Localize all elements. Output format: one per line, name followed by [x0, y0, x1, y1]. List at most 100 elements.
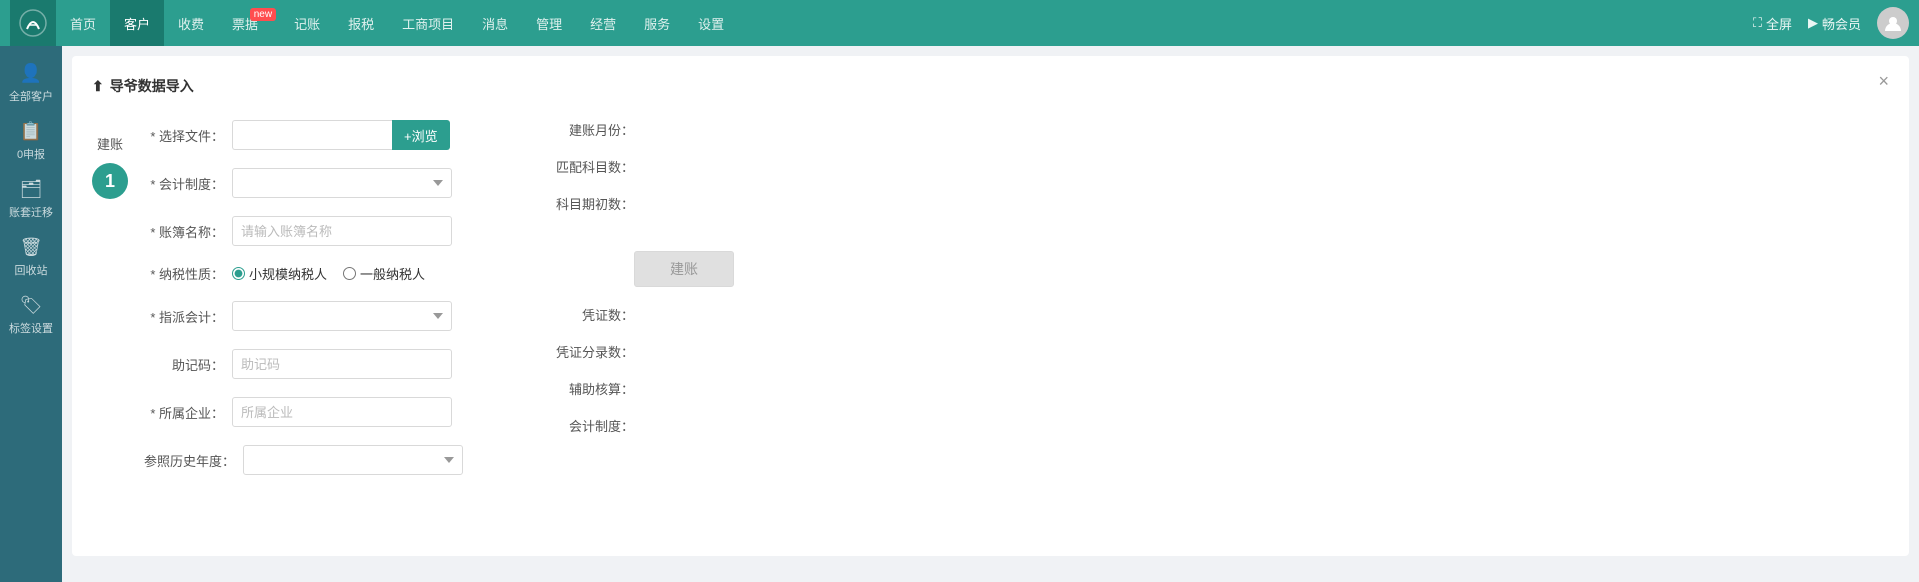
- info-grid: 建账月份： 匹配科目数： 科目期初数：: [544, 120, 844, 435]
- radio-general[interactable]: 一般纳税人: [343, 264, 425, 283]
- file-label: * 选择文件：: [144, 126, 224, 145]
- assist-code-label: 助记码：: [144, 355, 224, 374]
- sidebar-item-all-customers[interactable]: 👤 全部客户: [0, 54, 62, 112]
- sidebar-item-migration[interactable]: 🗂 账套迁移: [0, 170, 62, 228]
- sidebar-label-tag-settings: 标签设置: [9, 320, 53, 336]
- sidebar-item-trash[interactable]: 🗑 回收站: [0, 228, 62, 286]
- page-card: ⬆ 导爷数据导入 × 建账 1 * 选择文件：: [72, 56, 1909, 556]
- all-customers-icon: 👤: [20, 63, 42, 84]
- fullscreen-label: 全屏: [1766, 14, 1792, 33]
- form-section-left: 建账 1 * 选择文件： +浏览: [92, 120, 484, 475]
- nav-settings[interactable]: 设置: [684, 0, 738, 46]
- nav-fee[interactable]: 收费: [164, 0, 218, 46]
- create-account-button[interactable]: 建账: [634, 251, 734, 287]
- accounting-system2-label: 会计制度：: [544, 416, 634, 435]
- tag-settings-icon: 🏷: [20, 295, 43, 316]
- form-row-file: * 选择文件： +浏览: [144, 120, 484, 150]
- accounting-system-select[interactable]: [232, 168, 452, 198]
- nav-business[interactable]: 工商项目: [388, 0, 468, 46]
- entity-input[interactable]: [232, 397, 452, 427]
- migration-icon: 🗂: [20, 179, 43, 200]
- assist-code-input[interactable]: [232, 349, 452, 379]
- jizhang-label: 建账: [97, 134, 123, 153]
- vip-button[interactable]: ▶ 畅会员: [1808, 14, 1861, 33]
- info-row-init-amount: 科目期初数：: [544, 194, 844, 213]
- accountant-select[interactable]: [232, 301, 452, 331]
- file-input[interactable]: [232, 120, 392, 150]
- form-grid: * 选择文件： +浏览 * 会计制度：: [144, 120, 484, 475]
- sidebar: 👤 全部客户 📋 0申报 🗂 账套迁移 🗑 回收站 🏷 标签设置: [0, 46, 62, 582]
- form-row-ledger: * 账簿名称：: [144, 216, 484, 246]
- nav-invoice[interactable]: 票据 new: [218, 0, 280, 46]
- sidebar-label-migration: 账套迁移: [9, 204, 53, 220]
- fullscreen-icon: ⛶: [1753, 15, 1762, 31]
- close-button[interactable]: ×: [1878, 72, 1889, 90]
- title-icon: ⬆: [92, 78, 104, 95]
- trash-icon: 🗑: [20, 237, 43, 258]
- info-row-month: 建账月份：: [544, 120, 844, 139]
- accountant-label: * 指派会计：: [144, 307, 224, 326]
- form-layout: 建账 1 * 选择文件： +浏览: [92, 120, 1889, 475]
- browse-button[interactable]: +浏览: [392, 120, 450, 150]
- entity-label: * 所属企业：: [144, 403, 224, 422]
- info-row-voucher-records: 凭证分录数：: [544, 342, 844, 361]
- nav-customer[interactable]: 客户: [110, 0, 164, 46]
- voucher-records-label: 凭证分录数：: [544, 342, 634, 361]
- layout: 👤 全部客户 📋 0申报 🗂 账套迁移 🗑 回收站 🏷 标签设置 ⬆ 导爷数据导…: [0, 46, 1919, 582]
- form-row-accountant: * 指派会计：: [144, 301, 484, 331]
- match-subjects-label: 匹配科目数：: [544, 157, 634, 176]
- nav-bookkeeping[interactable]: 记账: [280, 0, 334, 46]
- title-text: 导爷数据导入: [110, 76, 194, 96]
- nav-service[interactable]: 服务: [630, 0, 684, 46]
- form-row-history: 参照历史年度：: [144, 445, 484, 475]
- sidebar-item-tag-settings[interactable]: 🏷 标签设置: [0, 286, 62, 344]
- nav-message[interactable]: 消息: [468, 0, 522, 46]
- form-row-accounting: * 会计制度：: [144, 168, 484, 198]
- info-row-voucher: 凭证数：: [544, 305, 844, 324]
- info-section: 建账月份： 匹配科目数： 科目期初数：: [544, 120, 844, 475]
- nav-tax[interactable]: 报税: [334, 0, 388, 46]
- nav-operation[interactable]: 经营: [576, 0, 630, 46]
- nav-home[interactable]: 首页: [56, 0, 110, 46]
- ledger-name-label: * 账簿名称：: [144, 222, 224, 241]
- declaration-icon: 📋: [20, 121, 42, 142]
- aux-label: 辅助核算：: [544, 379, 634, 398]
- vip-icon: ▶: [1808, 15, 1818, 31]
- init-amount-label: 科目期初数：: [544, 194, 634, 213]
- logo: [10, 0, 56, 46]
- sidebar-label-trash: 回收站: [15, 262, 48, 278]
- info-row-match-subjects: 匹配科目数：: [544, 157, 844, 176]
- step-badge: 1: [92, 163, 128, 199]
- month-label: 建账月份：: [544, 120, 634, 139]
- radio-general-label: 一般纳税人: [360, 264, 425, 283]
- accounting-system-label: * 会计制度：: [144, 174, 224, 193]
- file-row: +浏览: [232, 120, 450, 150]
- sidebar-label-declaration: 0申报: [17, 146, 45, 162]
- topnav: 首页 客户 收费 票据 new 记账 报税 工商项目 消息 管理 经营 服务 设…: [0, 0, 1919, 46]
- main-content: ⬆ 导爷数据导入 × 建账 1 * 选择文件：: [62, 46, 1919, 582]
- radio-small-scale-label: 小规模纳税人: [249, 264, 327, 283]
- radio-small-scale[interactable]: 小规模纳税人: [232, 264, 327, 283]
- form-row-entity: * 所属企业：: [144, 397, 484, 427]
- sidebar-item-declaration[interactable]: 📋 0申报: [0, 112, 62, 170]
- voucher-label: 凭证数：: [544, 305, 634, 324]
- history-year-label: 参照历史年度：: [144, 451, 235, 470]
- radio-group-tax: 小规模纳税人 一般纳税人: [232, 264, 425, 283]
- page-title: ⬆ 导爷数据导入: [92, 76, 1889, 96]
- radio-small-scale-input[interactable]: [232, 267, 245, 280]
- create-button-row: 建账: [544, 231, 844, 287]
- nav-management[interactable]: 管理: [522, 0, 576, 46]
- topnav-right: ⛶ 全屏 ▶ 畅会员: [1753, 7, 1909, 39]
- history-year-select[interactable]: [243, 445, 463, 475]
- avatar[interactable]: [1877, 7, 1909, 39]
- info-row-aux: 辅助核算：: [544, 379, 844, 398]
- fullscreen-button[interactable]: ⛶ 全屏: [1753, 14, 1792, 33]
- radio-general-input[interactable]: [343, 267, 356, 280]
- ledger-name-input[interactable]: [232, 216, 452, 246]
- vip-label: 畅会员: [1822, 14, 1861, 33]
- form-row-tax: * 纳税性质： 小规模纳税人 一般纳税人: [144, 264, 484, 283]
- sidebar-label-all-customers: 全部客户: [9, 88, 53, 104]
- tax-type-label: * 纳税性质：: [144, 264, 224, 283]
- info-row-accounting2: 会计制度：: [544, 416, 844, 435]
- form-row-assist: 助记码：: [144, 349, 484, 379]
